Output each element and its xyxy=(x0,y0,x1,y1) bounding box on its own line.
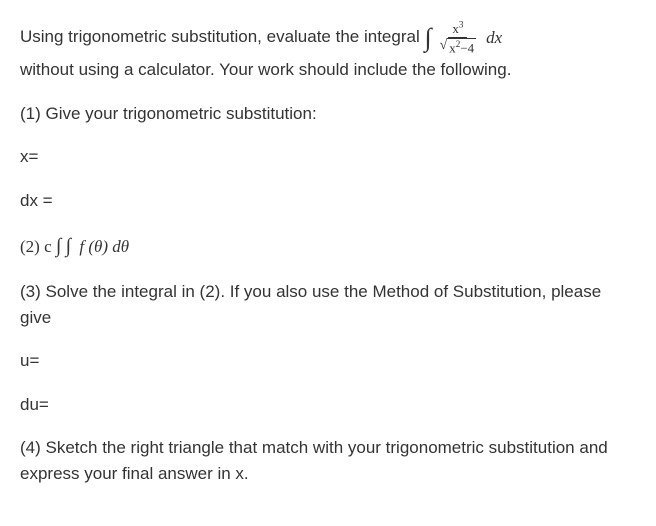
den-tail: −4 xyxy=(460,40,474,55)
integral-sign-icon: ∫ xyxy=(66,235,71,257)
part-3-text: (3) Solve the integral in (2). If you al… xyxy=(20,279,636,330)
dx-equals: dx = xyxy=(20,188,636,214)
intro-text-1: Using trigonometric substitution, evalua… xyxy=(20,27,424,46)
integral-expression: ∫ x3 √ x2−4 dx xyxy=(424,18,502,57)
integral-sign-icon: ∫ xyxy=(56,235,61,257)
dx-symbol: dx xyxy=(486,25,502,51)
sqrt-body: x2−4 xyxy=(447,38,476,56)
part-2-line: (2) c ∫ ∫ f (θ) dθ xyxy=(20,231,636,261)
u-equals: u= xyxy=(20,348,636,374)
numerator: x3 xyxy=(448,20,467,38)
part-4-text: (4) Sketch the right triangle that match… xyxy=(20,435,636,486)
f-theta: f (θ) dθ xyxy=(79,237,129,256)
part-1-label: (1) Give your trigonometric substitution… xyxy=(20,101,636,127)
part-2-prefix: (2) c xyxy=(20,237,56,256)
fraction: x3 √ x2−4 xyxy=(436,20,481,55)
num-sup: 3 xyxy=(459,20,464,30)
x-equals: x= xyxy=(20,144,636,170)
sqrt-icon: √ xyxy=(440,38,448,53)
intro-text-2: without using a calculator. Your work sh… xyxy=(20,60,511,79)
du-equals: du= xyxy=(20,392,636,418)
denominator: √ x2−4 xyxy=(436,38,481,56)
integral-sign-icon: ∫ xyxy=(424,18,431,57)
intro-para: Using trigonometric substitution, evalua… xyxy=(20,18,636,83)
sqrt-expression: √ x2−4 xyxy=(440,38,477,56)
